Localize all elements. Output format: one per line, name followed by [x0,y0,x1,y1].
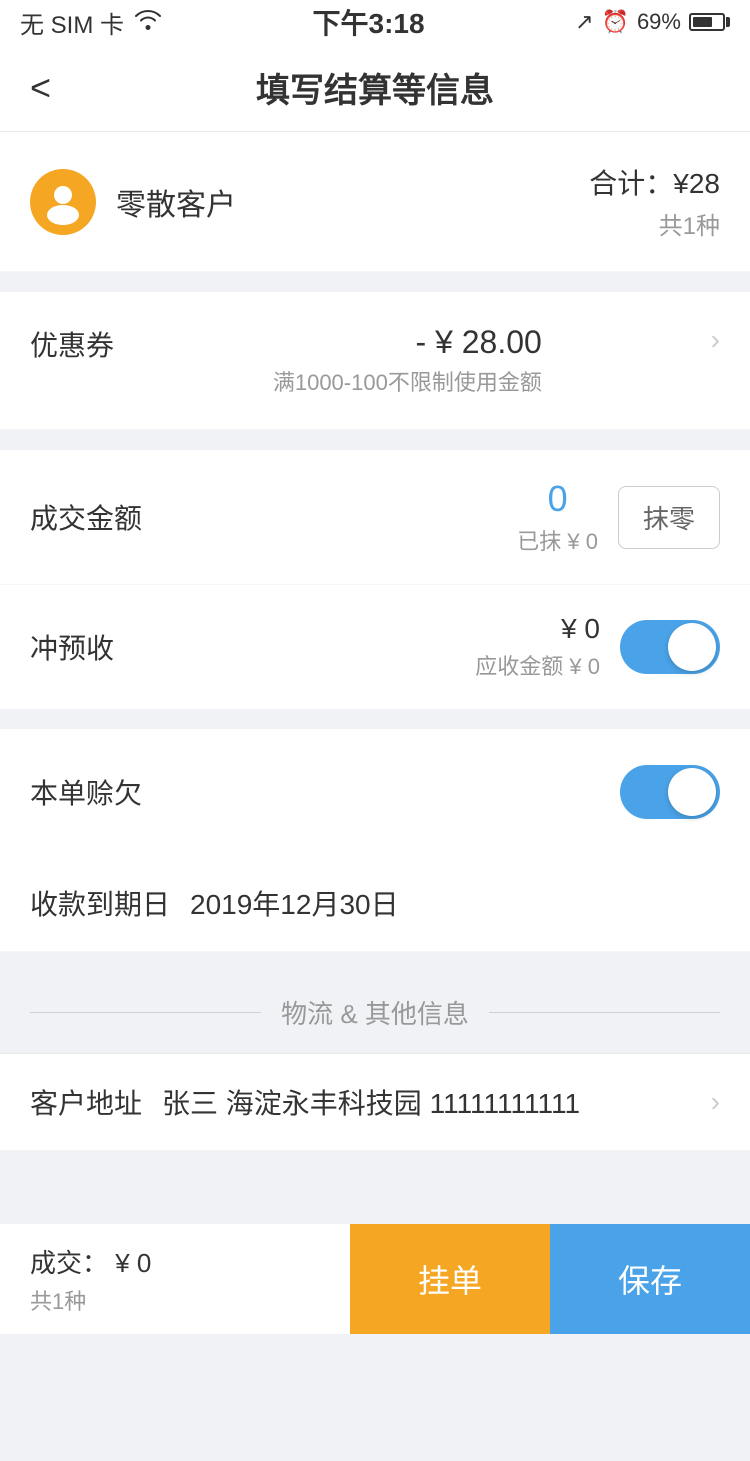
address-value: 张三 海淀永丰科技园 11111111111 [162,1082,701,1122]
transaction-value: 0 [517,478,598,520]
transaction-right: 0 已抹 ¥ 0 抹零 [517,478,720,556]
customer-total: 合计：¥28 共1种 [589,162,720,241]
coupon-chevron: › [711,324,720,356]
divider-2 [0,430,750,450]
due-date-label: 收款到期日 [30,883,170,923]
nav-bar: < 填写结算等信息 [0,44,750,132]
battery-percent: 69% [637,9,681,35]
transaction-label: 成交金额 [30,497,142,537]
divider-4 [0,952,750,972]
prepay-right: ¥ 0 应收金额 ¥ 0 [475,613,720,681]
logistics-line-right [489,1012,720,1013]
carrier-text: 无 SIM 卡 [20,5,124,40]
coupon-right: - ¥ 28.00 满1000-100不限制使用金额 [273,324,542,397]
coupon-label: 优惠券 [30,324,114,364]
page-title: 填写结算等信息 [256,63,494,112]
arrears-toggle-knob [668,768,716,816]
deal-amount: ¥ 0 [115,1248,151,1278]
coupon-desc: 满1000-100不限制使用金额 [273,365,542,397]
customer-info: 零散客户 [30,169,236,235]
divider-3 [0,709,750,729]
coupon-amount: - ¥ 28.00 [273,324,542,361]
bottom-bar: 成交： ¥ 0 共1种 挂单 保存 [0,1224,750,1334]
coupon-row[interactable]: 优惠券 - ¥ 28.00 满1000-100不限制使用金额 › [0,292,750,430]
prepay-amount: ¥ 0 [475,613,600,645]
total-amount: 合计：¥28 [589,162,720,202]
logistics-header: 物流 & 其他信息 [0,972,750,1053]
status-time: 下午3:18 [313,2,425,42]
prepay-label: 冲预收 [30,627,114,667]
toggle-knob [668,623,716,671]
battery-icon [689,13,730,31]
prepay-amounts: ¥ 0 应收金额 ¥ 0 [475,613,600,681]
arrears-label: 本单赊欠 [30,772,142,812]
due-date-row: 收款到期日 2019年12月30日 [0,855,750,952]
divider-1 [0,272,750,292]
address-row[interactable]: 客户地址 张三 海淀永丰科技园 11111111111 › [0,1054,750,1151]
arrears-row: 本单赊欠 [0,729,750,855]
location-icon: ↗ [575,9,593,35]
total-count: 共1种 [589,206,720,241]
logistics-title: 物流 & 其他信息 [281,994,469,1031]
prepay-row: 冲预收 ¥ 0 应收金额 ¥ 0 [0,585,750,709]
back-button[interactable]: < [30,67,51,109]
bottom-summary: 成交： ¥ 0 共1种 [0,1243,350,1316]
customer-avatar [30,169,96,235]
customer-row: 零散客户 合计：¥28 共1种 [0,132,750,272]
prepay-receivable: 应收金额 ¥ 0 [475,649,600,681]
transaction-col: 0 已抹 ¥ 0 [517,478,598,556]
deal-label: 成交： [30,1248,108,1278]
hangup-button[interactable]: 挂单 [350,1224,550,1334]
status-bar: 无 SIM 卡 下午3:18 ↗ ⏰ 69% [0,0,750,44]
status-left: 无 SIM 卡 [20,5,162,40]
roundoff-button[interactable]: 抹零 [618,486,720,549]
bottom-deal: 成交： ¥ 0 [30,1243,320,1280]
arrears-toggle[interactable] [620,765,720,819]
status-right: ↗ ⏰ 69% [575,9,730,35]
bottom-count: 共1种 [30,1284,320,1316]
transaction-row: 成交金额 0 已抹 ¥ 0 抹零 [0,450,750,585]
alarm-icon: ⏰ [602,9,629,35]
address-label: 客户地址 [30,1082,142,1122]
customer-name: 零散客户 [116,180,236,224]
address-chevron: › [711,1086,720,1118]
already-rounded: 已抹 ¥ 0 [517,524,598,556]
wifi-icon [134,8,162,37]
save-button[interactable]: 保存 [550,1224,750,1334]
due-date-value: 2019年12月30日 [190,883,399,923]
logistics-line-left [30,1012,261,1013]
prepay-toggle[interactable] [620,620,720,674]
